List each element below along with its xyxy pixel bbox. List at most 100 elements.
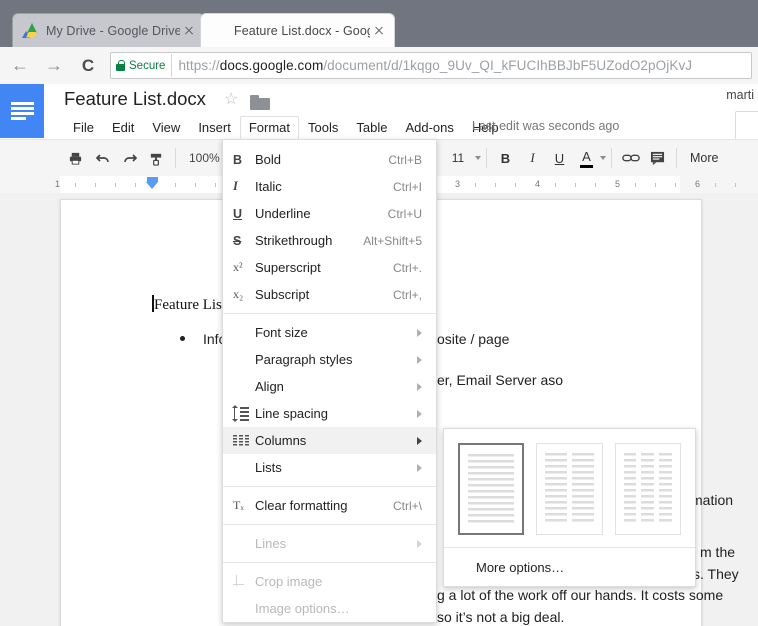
- ruler-number: 5: [615, 179, 621, 189]
- address-bar[interactable]: Secure https://docs.google.com/document/…: [110, 52, 752, 79]
- menu-divider: [223, 486, 436, 487]
- menu-addons[interactable]: Add-ons: [396, 116, 462, 139]
- menu-item-image-options: Image options…: [255, 601, 350, 616]
- menu-tools[interactable]: Tools: [299, 116, 347, 139]
- chevron-right-icon: [417, 355, 422, 364]
- menu-item-subscript[interactable]: x₂ Subscript Ctrl+,: [223, 281, 436, 308]
- menu-edit[interactable]: Edit: [103, 116, 143, 139]
- menu-item-line-spacing[interactable]: Line spacing: [223, 400, 436, 427]
- browser-tab-drive-title: My Drive - Google Drive: [46, 23, 180, 38]
- menu-table[interactable]: Table: [347, 116, 396, 139]
- menu-item-crop-image: Crop image: [223, 568, 436, 595]
- chevron-right-icon: [417, 382, 422, 391]
- text-color-label: A: [582, 148, 591, 164]
- chevron-right-icon: [417, 328, 422, 337]
- star-icon[interactable]: ☆: [224, 92, 238, 108]
- browser-tab-docs[interactable]: Feature List.docx - Google: [200, 13, 395, 47]
- share-button[interactable]: [735, 111, 758, 141]
- more-button[interactable]: More: [682, 151, 726, 165]
- menu-item-clear-formatting[interactable]: Tₓ Clear formatting Ctrl+\: [223, 492, 436, 519]
- folder-icon[interactable]: [250, 95, 270, 110]
- chevron-right-icon: [417, 539, 422, 548]
- document-text-line: m the: [700, 544, 736, 560]
- more-options-button[interactable]: More options…: [444, 548, 695, 586]
- forward-icon[interactable]: →: [40, 52, 68, 80]
- columns-options-row: [444, 429, 695, 547]
- browser-tabstrip: My Drive - Google Drive Feature List.doc…: [0, 0, 758, 47]
- italic-icon: I: [233, 179, 238, 193]
- close-icon[interactable]: [180, 22, 198, 40]
- columns-submenu: More options…: [443, 428, 696, 587]
- italic-button[interactable]: I: [519, 145, 546, 171]
- crop-icon: [233, 574, 255, 589]
- font-size-dropdown-icon[interactable]: [475, 156, 481, 160]
- docs-menubar: File Edit View Insert Format Tools Table…: [64, 115, 508, 139]
- menu-item-paragraph-styles[interactable]: Paragraph styles: [223, 346, 436, 373]
- chevron-right-icon: [417, 409, 422, 418]
- redo-icon[interactable]: [116, 145, 143, 171]
- menu-item-lists[interactable]: Lists: [223, 454, 436, 481]
- undo-icon[interactable]: [89, 145, 116, 171]
- zoom-level[interactable]: 100%: [181, 151, 228, 165]
- underline-icon: U: [233, 206, 243, 221]
- font-size-value[interactable]: 11: [441, 151, 475, 165]
- document-text-line: osite / page: [437, 331, 510, 347]
- text-color-dropdown-icon[interactable]: [600, 156, 606, 160]
- menu-divider: [223, 313, 436, 314]
- column-option-one[interactable]: [458, 443, 525, 535]
- document-text-line: er, Email Server aso: [437, 372, 564, 388]
- menu-item-bold[interactable]: B Bold Ctrl+B: [223, 146, 436, 173]
- print-icon[interactable]: [62, 145, 89, 171]
- user-account-label[interactable]: marti: [726, 88, 754, 102]
- close-icon[interactable]: [370, 22, 388, 40]
- list-bullet: [180, 336, 185, 341]
- indent-marker[interactable]: [146, 177, 159, 189]
- menu-item-align[interactable]: Align: [223, 373, 436, 400]
- menu-divider: [223, 562, 436, 563]
- menu-item-italic[interactable]: I Italic Ctrl+I: [223, 173, 436, 200]
- paint-format-icon[interactable]: [143, 145, 170, 171]
- document-text-line: so it’s not a big deal.: [437, 609, 565, 625]
- document-heading: Feature List: [154, 297, 227, 313]
- browser-window: My Drive - Google Drive Feature List.doc…: [0, 0, 758, 626]
- ruler-number: 4: [535, 179, 541, 189]
- chevron-right-icon: [417, 436, 422, 445]
- document-text-line: mation: [691, 492, 734, 508]
- menu-file[interactable]: File: [64, 116, 103, 139]
- menu-item-lines: Lines: [223, 530, 436, 557]
- bold-button[interactable]: B: [492, 145, 519, 171]
- menu-insert[interactable]: Insert: [189, 116, 240, 139]
- link-icon[interactable]: [617, 145, 644, 171]
- menu-item-columns[interactable]: Columns: [223, 427, 436, 454]
- document-title[interactable]: Feature List.docx: [64, 88, 206, 110]
- menu-item-superscript[interactable]: x² Superscript Ctrl+.: [223, 254, 436, 281]
- bold-icon: B: [233, 152, 243, 167]
- menu-item-strikethrough[interactable]: S Strikethrough Alt+Shift+5: [223, 227, 436, 254]
- menu-format[interactable]: Format: [239, 115, 299, 139]
- column-option-two[interactable]: [536, 443, 603, 535]
- google-drive-icon: [22, 22, 38, 39]
- text-color-button[interactable]: A: [573, 145, 600, 171]
- comment-icon[interactable]: [644, 145, 671, 171]
- columns-icon: [233, 434, 255, 447]
- address-bar-url: https://docs.google.com/document/d/1kqgo…: [178, 58, 693, 73]
- security-badge[interactable]: Secure: [111, 54, 173, 77]
- column-option-three[interactable]: [614, 443, 681, 535]
- menu-view[interactable]: View: [143, 116, 189, 139]
- ruler-number: 1: [55, 179, 61, 189]
- menu-item-font-size[interactable]: Font size: [223, 319, 436, 346]
- browser-tab-drive[interactable]: My Drive - Google Drive: [12, 13, 205, 47]
- strikethrough-icon: S: [233, 233, 242, 248]
- last-edit-status: Last edit was seconds ago: [472, 119, 620, 133]
- menu-divider: [223, 524, 436, 525]
- underline-button[interactable]: U: [546, 145, 573, 171]
- format-dropdown-menu: B Bold Ctrl+B I Italic Ctrl+I U Underlin…: [222, 139, 437, 623]
- chevron-right-icon: [417, 463, 422, 472]
- browser-toolbar: ← → C Secure https://docs.google.com/doc…: [0, 47, 758, 85]
- superscript-icon: x²: [233, 260, 243, 274]
- google-docs-logo-icon[interactable]: [0, 84, 44, 138]
- back-icon[interactable]: ←: [6, 52, 34, 80]
- document-text-line: s. They: [693, 566, 739, 582]
- menu-item-underline[interactable]: U Underline Ctrl+U: [223, 200, 436, 227]
- reload-icon[interactable]: C: [74, 52, 102, 80]
